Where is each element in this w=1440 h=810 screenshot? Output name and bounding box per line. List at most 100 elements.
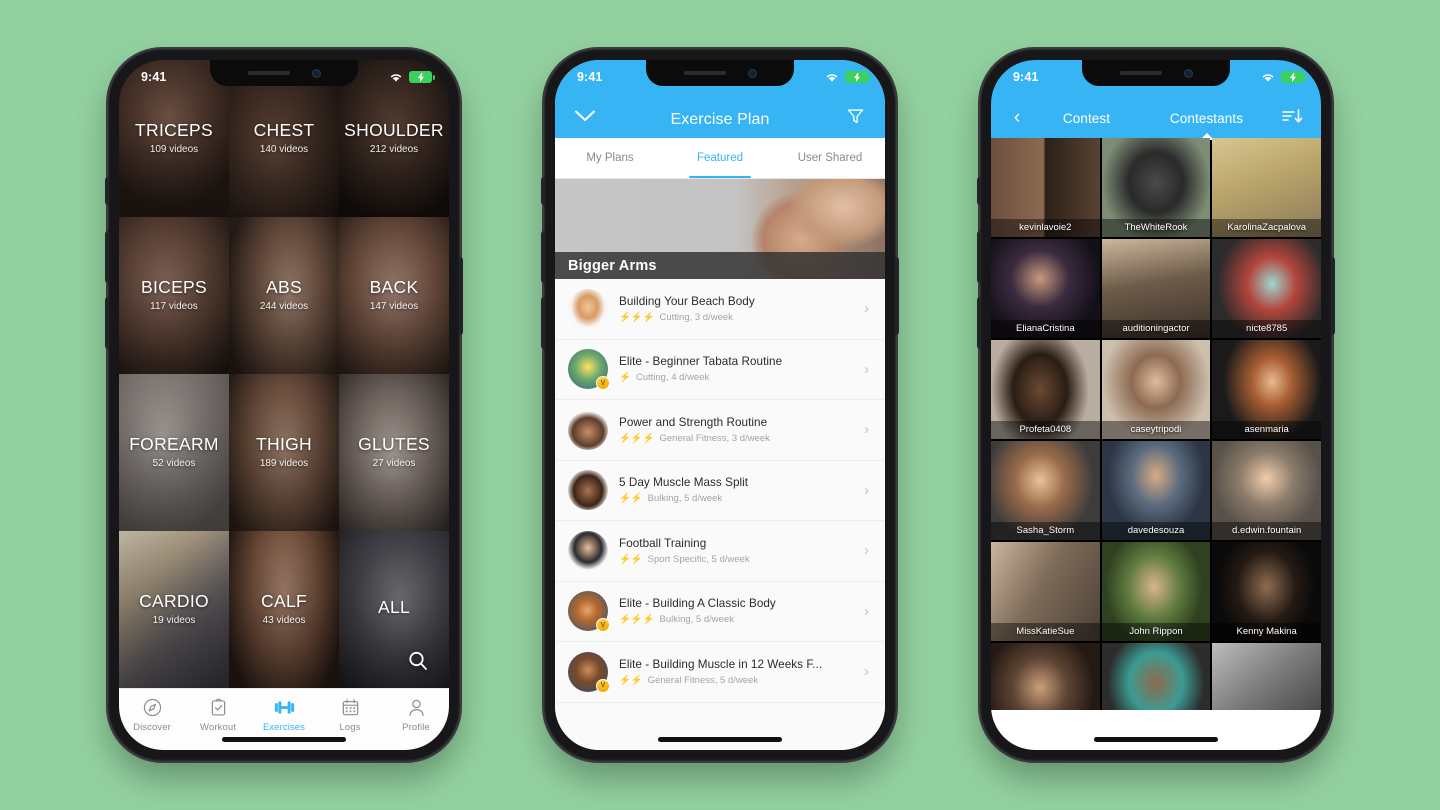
contestant-cell[interactable]: asenmaria xyxy=(1212,340,1321,439)
contestant-cell[interactable]: John Rippon xyxy=(1101,542,1211,641)
volume-up-button[interactable] xyxy=(105,231,109,283)
front-camera xyxy=(1183,68,1193,78)
contestant-cell[interactable]: Profeta0408 xyxy=(991,340,1100,439)
search-icon[interactable] xyxy=(405,648,431,674)
segment-contestants[interactable]: Contestants xyxy=(1170,111,1243,129)
list-item[interactable]: 5 Day Muscle Mass Split ⚡⚡ Bulking, 5 d/… xyxy=(555,461,885,521)
phone3-screen: 9:41 ‹ Contest Contestants kevinlavoie2 … xyxy=(991,60,1321,750)
contestant-cell[interactable] xyxy=(1212,643,1321,710)
tile-biceps[interactable]: BICEPS 117 videos xyxy=(119,217,229,374)
tile-thigh[interactable]: THIGH 189 videos xyxy=(229,374,339,531)
tile-count: 43 videos xyxy=(262,614,306,626)
tile-all[interactable]: ALL xyxy=(339,531,449,688)
elite-badge: V xyxy=(596,376,610,391)
plan-text: Elite - Beginner Tabata Routine ⚡ Cuttin… xyxy=(619,355,853,383)
clipboard-check-icon xyxy=(208,696,229,718)
contestant-cell[interactable]: Kenny Makina xyxy=(1212,542,1321,641)
plan-text: Elite - Building Muscle in 12 Weeks F...… xyxy=(619,658,853,686)
list-item[interactable]: V Elite - Beginner Tabata Routine ⚡ Cutt… xyxy=(555,340,885,400)
power-button[interactable] xyxy=(895,257,899,335)
volume-down-button[interactable] xyxy=(977,297,981,349)
contestant-cell[interactable] xyxy=(1101,643,1211,710)
tile-shoulder[interactable]: SHOULDER 212 videos xyxy=(339,60,449,217)
tab-workout[interactable]: Workout xyxy=(188,696,248,733)
contestant-cell[interactable]: Sasha_Storm xyxy=(991,441,1100,540)
tab-user-shared[interactable]: User Shared xyxy=(775,138,885,178)
chevron-right-icon: › xyxy=(864,300,869,318)
contestant-cell[interactable]: auditioningactor xyxy=(1101,239,1211,338)
tab-discover[interactable]: Discover xyxy=(122,696,182,733)
silent-switch[interactable] xyxy=(977,177,981,205)
list-item[interactable]: V Elite - Building Muscle in 12 Weeks F.… xyxy=(555,642,885,703)
segment-contest[interactable]: Contest xyxy=(1063,111,1110,129)
tile-calf[interactable]: CALF 43 videos xyxy=(229,531,339,688)
tile-count: 147 videos xyxy=(369,300,419,312)
contestant-cell[interactable]: davedesouza xyxy=(1101,441,1211,540)
plan-meta: General Fitness, 5 d/week xyxy=(647,674,759,686)
tile-forearm[interactable]: FOREARM 52 videos xyxy=(119,374,229,531)
contestant-cell[interactable]: d.edwin.fountain xyxy=(1212,441,1321,540)
plan-meta: Cutting, 4 d/week xyxy=(635,372,710,384)
contestant-cell[interactable]: nicte8785 xyxy=(1212,239,1321,338)
home-indicator[interactable] xyxy=(222,737,346,742)
contestant-cell[interactable]: TheWhiteRook xyxy=(1101,138,1211,237)
filter-icon[interactable] xyxy=(840,103,870,129)
contestant-cell[interactable]: KarolinaZacpalova xyxy=(1212,138,1321,237)
power-button[interactable] xyxy=(1331,257,1335,335)
contestant-name: d.edwin.fountain xyxy=(1212,522,1321,540)
sort-descending-icon[interactable] xyxy=(1277,103,1307,129)
tile-label: ABS xyxy=(266,277,302,298)
notch xyxy=(210,60,358,86)
contestant-name: Kenny Makina xyxy=(1212,623,1321,641)
home-indicator[interactable] xyxy=(1094,737,1218,742)
power-button[interactable] xyxy=(459,257,463,335)
contestant-name: TheWhiteRook xyxy=(1101,219,1211,237)
volume-down-button[interactable] xyxy=(541,297,545,349)
lightning-bolt-icon: ⚡⚡ xyxy=(619,553,643,565)
contestant-cell[interactable]: MissKatieSue xyxy=(991,542,1100,641)
avatar: V xyxy=(568,651,610,693)
tile-glutes[interactable]: GLUTES 27 videos xyxy=(339,374,449,531)
contestant-name: John Rippon xyxy=(1101,623,1211,641)
tile-cardio[interactable]: CARDIO 19 videos xyxy=(119,531,229,688)
contestant-cell[interactable] xyxy=(991,643,1100,710)
list-item[interactable]: V Elite - Building A Classic Body ⚡⚡⚡ Bu… xyxy=(555,582,885,642)
contestant-cell[interactable]: ElianaCristina xyxy=(991,239,1100,338)
list-item[interactable]: Football Training ⚡⚡ Sport Specific, 5 d… xyxy=(555,521,885,582)
chevron-down-icon[interactable] xyxy=(570,103,600,129)
tab-logs[interactable]: Logs xyxy=(320,696,380,733)
compass-icon xyxy=(142,696,163,718)
contestant-name: asenmaria xyxy=(1212,421,1321,439)
tile-label: GLUTES xyxy=(358,434,430,455)
tab-my-plans[interactable]: My Plans xyxy=(555,138,665,178)
earpiece-speaker xyxy=(683,71,726,75)
person-icon xyxy=(406,696,427,718)
lightning-bolt-icon: ⚡⚡⚡ xyxy=(619,432,655,444)
tab-profile[interactable]: Profile xyxy=(386,696,446,733)
tile-abs[interactable]: ABS 244 videos xyxy=(229,217,339,374)
volume-up-button[interactable] xyxy=(541,231,545,283)
home-indicator[interactable] xyxy=(658,737,782,742)
contestant-cell[interactable]: caseytripodi xyxy=(1101,340,1211,439)
tile-count: 19 videos xyxy=(152,614,196,626)
exercise-plan-page: Exercise Plan My Plans Featured User Sha… xyxy=(555,60,885,750)
tile-triceps[interactable]: TRICEPS 109 videos xyxy=(119,60,229,217)
plan-title: Power and Strength Routine xyxy=(619,415,768,429)
tab-exercises[interactable]: Exercises xyxy=(254,696,314,733)
tab-label: Profile xyxy=(402,722,430,733)
plan-meta: Bulking, 5 d/week xyxy=(659,614,734,626)
contestant-cell[interactable]: kevinlavoie2 xyxy=(991,138,1100,237)
volume-down-button[interactable] xyxy=(105,297,109,349)
silent-switch[interactable] xyxy=(541,177,545,205)
tab-featured[interactable]: Featured xyxy=(665,138,775,178)
list-item[interactable]: Power and Strength Routine ⚡⚡⚡ General F… xyxy=(555,400,885,461)
list-item[interactable]: Building Your Beach Body ⚡⚡⚡ Cutting, 3 … xyxy=(555,279,885,340)
tab-label: Workout xyxy=(200,722,236,733)
tile-back[interactable]: BACK 147 videos xyxy=(339,217,449,374)
plan-title: Football Training xyxy=(619,536,707,550)
silent-switch[interactable] xyxy=(105,177,109,205)
volume-up-button[interactable] xyxy=(977,231,981,283)
chevron-left-icon[interactable]: ‹ xyxy=(1005,107,1029,129)
avatar: V xyxy=(568,591,610,633)
featured-banner[interactable]: Bigger Arms xyxy=(555,179,885,279)
